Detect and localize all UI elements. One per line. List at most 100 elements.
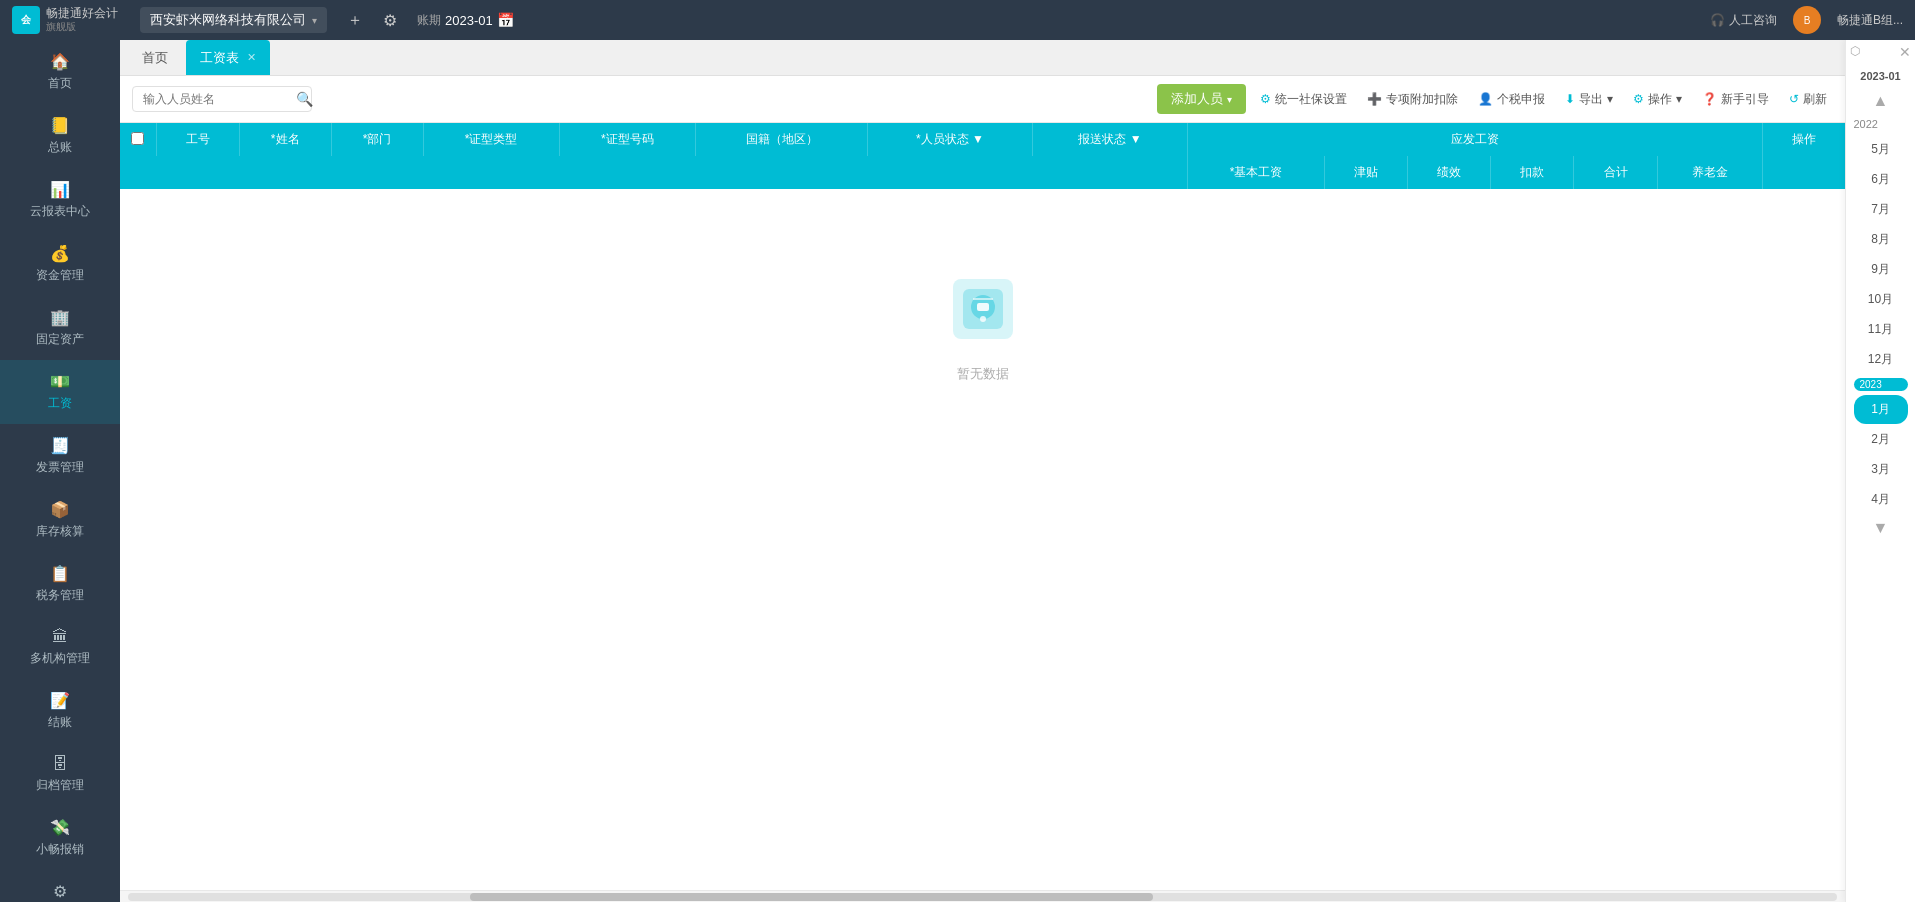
month-panel: ✕ ⬡ 2023-01 ▲ 2022 5月 6月 7月 8月 9月 10月 11…	[1845, 40, 1915, 902]
company-selector[interactable]: 西安虾米网络科技有限公司 ▾	[140, 7, 327, 33]
month-item-2023-1[interactable]: 1月	[1854, 395, 1908, 424]
empty-text: 暂无数据	[957, 365, 1009, 383]
support-label: 人工咨询	[1729, 12, 1777, 29]
guide-action[interactable]: ❓ 新手引导	[1696, 87, 1775, 112]
calendar-icon[interactable]: 📅	[497, 12, 514, 28]
sidebar-item-archive[interactable]: 🗄 归档管理	[0, 743, 120, 806]
period-value: 2023-01	[445, 13, 493, 28]
special-deduct-icon: ➕	[1367, 92, 1382, 106]
sidebar-item-inventory[interactable]: 📦 库存核算	[0, 488, 120, 552]
search-input[interactable]	[132, 86, 312, 112]
sidebar-item-basic[interactable]: ⚙ 基础设置	[0, 870, 120, 902]
salary-icon: 💵	[50, 372, 70, 391]
month-item-2022-6[interactable]: 6月	[1854, 165, 1908, 194]
tax-report-label: 个税申报	[1497, 91, 1545, 108]
month-panel-header: 2023-01	[1854, 64, 1908, 88]
month-item-2022-12[interactable]: 12月	[1854, 345, 1908, 374]
guide-toolbar-icon: ❓	[1702, 92, 1717, 106]
add-button[interactable]: ＋	[343, 8, 367, 33]
main-layout: 🏠 首页 📒 总账 📊 云报表中心 💰 资金管理 🏢 固定资产 💵 工资 🧾 发…	[0, 40, 1915, 902]
sidebar-item-multi[interactable]: 🏛 多机构管理	[0, 616, 120, 679]
month-item-2023-4[interactable]: 4月	[1854, 485, 1908, 514]
table-sub-header-row: *基本工资 津贴 绩效 扣款 合计 养老金	[120, 156, 1845, 189]
sidebar-item-label: 总账	[48, 139, 72, 156]
guide-label: 新手引导	[1721, 91, 1769, 108]
operation-action[interactable]: ⚙ 操作 ▾	[1627, 87, 1688, 112]
refresh-label: 刷新	[1803, 91, 1827, 108]
export-action[interactable]: ⬇ 导出 ▾	[1559, 87, 1619, 112]
support-button[interactable]: 🎧 人工咨询	[1710, 12, 1777, 29]
user-avatar: B	[1793, 6, 1821, 34]
month-item-2022-9[interactable]: 9月	[1854, 255, 1908, 284]
sidebar-item-assets[interactable]: 🏢 固定资产	[0, 296, 120, 360]
content-area: 首页 工资表 ✕ 🔍 添加人员 ▾ ⚙ 统一社保设置 ➕ 专项附加扣除	[120, 40, 1845, 902]
sidebar-item-fund[interactable]: 💰 资金管理	[0, 232, 120, 296]
refresh-action[interactable]: ↺ 刷新	[1783, 87, 1833, 112]
month-item-2023-2[interactable]: 2月	[1854, 425, 1908, 454]
sidebar-item-salary[interactable]: 💵 工资	[0, 360, 120, 424]
scroll-up-arrow[interactable]: ▲	[1854, 88, 1908, 114]
logo-icon: 会	[12, 6, 40, 34]
month-item-2022-10[interactable]: 10月	[1854, 285, 1908, 314]
tab-bar: 首页 工资表 ✕	[120, 40, 1845, 76]
th-number: 工号	[156, 123, 239, 156]
month-panel-content: 2023-01 ▲ 2022 5月 6月 7月 8月 9月 10月 11月 12…	[1854, 64, 1908, 541]
month-item-2022-5[interactable]: 5月	[1854, 135, 1908, 164]
month-item-2023-3[interactable]: 3月	[1854, 455, 1908, 484]
th-action2	[1763, 156, 1845, 189]
toolbar: 🔍 添加人员 ▾ ⚙ 统一社保设置 ➕ 专项附加扣除 👤 个税申报 ⬇ 导出	[120, 76, 1845, 123]
sidebar-item-report[interactable]: 📊 云报表中心	[0, 168, 120, 232]
headset-icon: 🎧	[1710, 13, 1725, 27]
month-panel-expand-button[interactable]: ⬡	[1850, 44, 1860, 58]
th-status: *人员状态 ▼	[868, 123, 1032, 156]
sidebar-item-label: 发票管理	[36, 459, 84, 476]
header-actions: ＋ ⚙	[343, 8, 401, 33]
tab-close-icon[interactable]: ✕	[247, 51, 256, 64]
invoice-icon: 🧾	[50, 436, 70, 455]
empty-icon	[943, 269, 1023, 349]
expense-icon: 💸	[50, 818, 70, 837]
sidebar-item-label: 结账	[48, 714, 72, 731]
th-base-salary: *基本工资	[1188, 156, 1324, 189]
social-security-action[interactable]: ⚙ 统一社保设置	[1254, 87, 1353, 112]
tab-salary-label: 工资表	[200, 49, 239, 67]
th-name: *姓名	[239, 123, 331, 156]
sidebar-item-label: 小畅报销	[36, 841, 84, 858]
export-icon: ⬇	[1565, 92, 1575, 106]
special-deduct-action[interactable]: ➕ 专项附加扣除	[1361, 87, 1464, 112]
salary-table: 工号 *姓名 *部门 *证型类型 *证型号码 国籍（地区） *人员状态 ▼ 报送…	[120, 123, 1845, 189]
fund-icon: 💰	[50, 244, 70, 263]
sidebar-item-home[interactable]: 🏠 首页	[0, 40, 120, 104]
empty-state: 暂无数据	[120, 189, 1845, 463]
tab-home[interactable]: 首页	[128, 40, 182, 75]
top-header: 会 畅捷通好会计 旗舰版 西安虾米网络科技有限公司 ▾ ＋ ⚙ 账期 2023-…	[0, 0, 1915, 40]
tax-report-icon: 👤	[1478, 92, 1493, 106]
sidebar-item-label: 税务管理	[36, 587, 84, 604]
th-pension: 养老金	[1657, 156, 1762, 189]
scroll-track[interactable]	[128, 893, 1837, 901]
svg-rect-3	[977, 303, 989, 311]
month-panel-close-button[interactable]: ✕	[1899, 44, 1911, 60]
scroll-down-arrow[interactable]: ▼	[1854, 515, 1908, 541]
sidebar-item-tax[interactable]: 📋 税务管理	[0, 552, 120, 616]
sidebar-item-invoice[interactable]: 🧾 发票管理	[0, 424, 120, 488]
search-button[interactable]: 🔍	[290, 91, 319, 107]
sidebar-item-ledger[interactable]: 📒 总账	[0, 104, 120, 168]
settings-button[interactable]: ⚙	[379, 9, 401, 32]
user-name: 畅捷通B组...	[1837, 12, 1903, 29]
year-2022-label: 2022	[1854, 114, 1908, 134]
year-2023-badge: 2023	[1854, 378, 1908, 391]
th-country: 国籍（地区）	[696, 123, 868, 156]
sidebar-item-close[interactable]: 📝 结账	[0, 679, 120, 743]
tab-salary[interactable]: 工资表 ✕	[186, 40, 270, 75]
month-item-2022-11[interactable]: 11月	[1854, 315, 1908, 344]
month-item-2022-8[interactable]: 8月	[1854, 225, 1908, 254]
svg-point-4	[980, 316, 986, 322]
refresh-icon: ↺	[1789, 92, 1799, 106]
month-item-2022-7[interactable]: 7月	[1854, 195, 1908, 224]
operation-arrow-icon: ▾	[1676, 92, 1682, 106]
add-person-button[interactable]: 添加人员 ▾	[1157, 84, 1246, 114]
sidebar-item-expense[interactable]: 💸 小畅报销	[0, 806, 120, 870]
select-all-checkbox[interactable]	[131, 132, 144, 145]
tax-report-action[interactable]: 👤 个税申报	[1472, 87, 1551, 112]
